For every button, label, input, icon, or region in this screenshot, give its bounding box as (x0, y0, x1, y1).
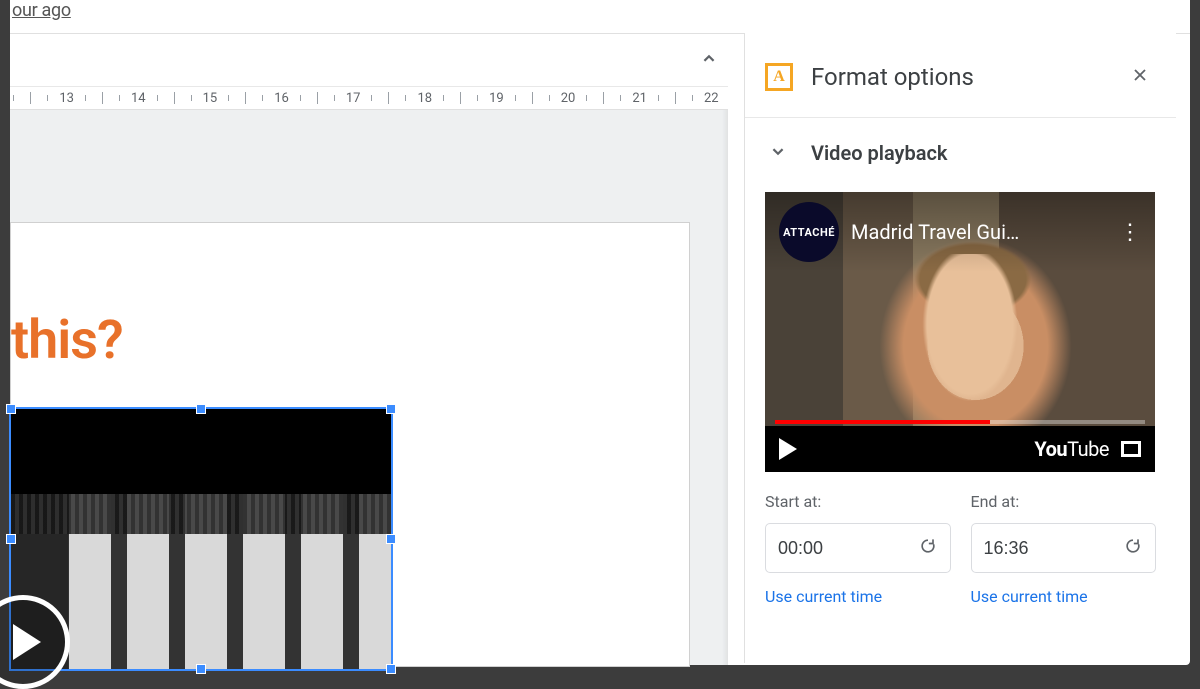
use-current-time-start[interactable]: Use current time (765, 587, 951, 606)
playback-time-row: Start at: 00:00 Use current time End at:… (745, 472, 1176, 606)
video-title: Madrid Travel Gui… (851, 220, 1107, 244)
slide[interactable]: this? (10, 222, 690, 667)
start-at-input[interactable]: 00:00 (765, 523, 951, 573)
resize-handle[interactable] (386, 404, 396, 414)
panel-header: A Format options (745, 33, 1176, 118)
end-at-input[interactable]: 16:36 (971, 523, 1157, 573)
app-window: our ago 213141516171819202122232425 this… (10, 0, 1190, 665)
youtube-logo[interactable]: YouTube (1034, 437, 1109, 461)
resize-handle[interactable] (6, 534, 16, 544)
video-progress-fill (775, 420, 990, 424)
refresh-icon[interactable] (1123, 536, 1143, 560)
collapse-toolbar-icon[interactable] (698, 48, 720, 74)
video-preview-topbar: ATTACHÉ Madrid Travel Gui… ⋮ (765, 192, 1155, 272)
resize-handle[interactable] (196, 404, 206, 414)
start-at-group: Start at: 00:00 Use current time (765, 492, 951, 606)
format-options-icon: A (765, 63, 793, 91)
panel-title: Format options (811, 63, 1112, 91)
slide-title-text: this? (11, 309, 123, 372)
scroll-shadow (722, 110, 728, 665)
horizontal-ruler[interactable]: 213141516171819202122232425 (10, 86, 728, 110)
section-title: Video playback (811, 141, 947, 165)
end-at-label: End at: (971, 492, 1157, 511)
embedded-video-selection[interactable] (11, 409, 391, 669)
video-preview[interactable]: ATTACHÉ Madrid Travel Gui… ⋮ YouTube (765, 192, 1155, 472)
video-progress-track[interactable] (775, 420, 1145, 424)
slide-canvas-area[interactable]: this? (10, 110, 728, 665)
start-at-label: Start at: (765, 492, 951, 511)
start-at-value[interactable]: 00:00 (778, 538, 918, 559)
resize-handle[interactable] (386, 534, 396, 544)
video-playback-section-header[interactable]: Video playback (745, 118, 1176, 184)
refresh-icon[interactable] (918, 536, 938, 560)
resize-handle[interactable] (386, 664, 396, 674)
close-panel-button[interactable] (1130, 65, 1150, 90)
video-controls: YouTube (765, 426, 1155, 472)
fullscreen-icon[interactable] (1121, 441, 1141, 457)
video-menu-icon[interactable]: ⋮ (1119, 220, 1141, 245)
resize-handle[interactable] (196, 664, 206, 674)
end-at-group: End at: 16:36 Use current time (971, 492, 1157, 606)
channel-badge[interactable]: ATTACHÉ (779, 202, 839, 262)
end-at-value[interactable]: 16:36 (984, 538, 1124, 559)
use-current-time-end[interactable]: Use current time (971, 587, 1157, 606)
chevron-down-icon (767, 140, 789, 166)
format-options-panel: A Format options Video playback ATTACHÉ … (744, 33, 1176, 663)
resize-handle[interactable] (6, 404, 16, 414)
last-edit-fragment[interactable]: our ago (10, 0, 1190, 20)
play-icon[interactable] (779, 438, 797, 460)
